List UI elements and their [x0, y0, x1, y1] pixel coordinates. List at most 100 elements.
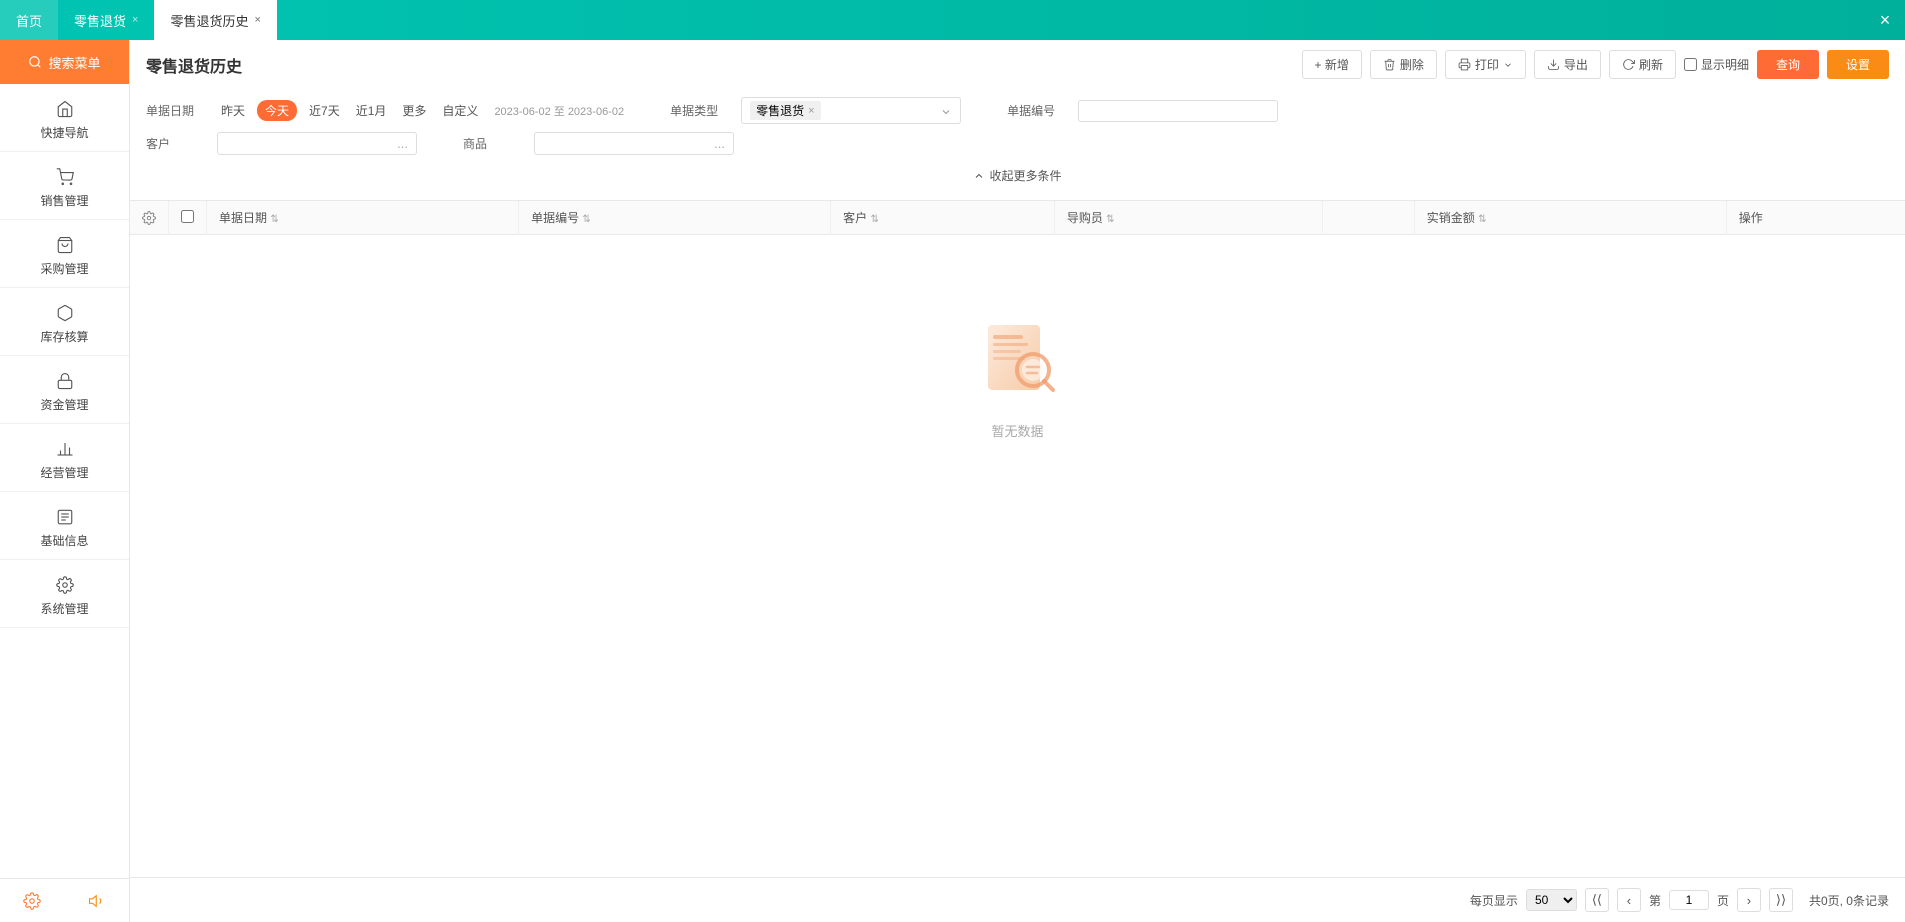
print-icon: [1458, 58, 1471, 71]
sidebar-search[interactable]: 搜索菜单: [0, 40, 129, 84]
number-filter-input[interactable]: [1078, 100, 1278, 122]
customer-ellipsis: ...: [397, 136, 408, 151]
per-page-select[interactable]: 50 10 20 100: [1526, 889, 1577, 911]
th-check[interactable]: [169, 201, 207, 235]
print-dropdown-icon: [1503, 60, 1513, 70]
lock-icon: [54, 370, 76, 392]
page-header: 零售退货历史 + 新增 删除: [130, 40, 1905, 201]
number-input[interactable]: [1087, 104, 1269, 118]
date-btn-yesterday[interactable]: 昨天: [217, 100, 249, 121]
tab-home[interactable]: 首页: [0, 0, 58, 40]
filter-row-1: 单据日期 昨天 今天 近7天 近1月 更多 自定义 2023-06-02 至 2…: [146, 97, 1889, 124]
date-btn-more[interactable]: 更多: [398, 100, 430, 121]
top-bar: 首页 零售退货 × 零售退货历史 × ×: [0, 0, 1905, 40]
collapse-icon: [973, 170, 985, 182]
sidebar-item-sales-mgmt[interactable]: 销售管理: [0, 152, 129, 220]
date-btn-1month[interactable]: 近1月: [352, 100, 391, 121]
date-filter-label: 单据日期: [146, 102, 201, 119]
print-button[interactable]: 打印: [1445, 50, 1526, 79]
customer-filter-label: 客户: [146, 135, 201, 152]
page-header-top: 零售退货历史 + 新增 删除: [146, 50, 1889, 79]
settings-icon: [54, 574, 76, 596]
date-btn-custom[interactable]: 自定义: [438, 100, 482, 121]
th-date[interactable]: 单据日期: [207, 201, 519, 235]
setting-button[interactable]: 设置: [1827, 50, 1889, 79]
type-filter-input[interactable]: 零售退货 ×: [741, 97, 961, 124]
tab-list: 首页 零售退货 × 零售退货历史 ×: [0, 0, 1865, 40]
tab-retail-return[interactable]: 零售退货 ×: [58, 0, 154, 40]
goods-ellipsis: ...: [714, 136, 725, 151]
gear-footer-button[interactable]: [23, 892, 41, 910]
search-icon: [28, 55, 42, 69]
type-dropdown-arrow[interactable]: [940, 103, 952, 118]
date-range-display: 2023-06-02 至 2023-06-02: [494, 103, 624, 119]
volume-footer-button[interactable]: [88, 892, 106, 910]
first-page-button[interactable]: ⟨⟨: [1585, 888, 1609, 912]
content-area: 零售退货历史 + 新增 删除: [130, 40, 1905, 922]
sidebar-item-inventory[interactable]: 库存核算: [0, 288, 129, 356]
tab-retail-return-close[interactable]: ×: [132, 14, 138, 26]
export-icon: [1547, 58, 1560, 71]
empty-text: 暂无数据: [991, 421, 1043, 440]
tab-retail-return-history-close[interactable]: ×: [254, 14, 260, 26]
customer-input[interactable]: [226, 137, 393, 151]
goods-input[interactable]: [543, 137, 710, 151]
th-number[interactable]: 单据编号: [519, 201, 831, 235]
th-spacer: [1322, 201, 1414, 235]
goods-filter-label: 商品: [463, 135, 518, 152]
box-icon: [54, 302, 76, 324]
export-button[interactable]: 导出: [1534, 50, 1601, 79]
th-customer[interactable]: 客户: [831, 201, 1055, 235]
delete-button[interactable]: 删除: [1370, 50, 1437, 79]
show-detail-input[interactable]: [1684, 58, 1697, 71]
empty-state: 暂无数据: [130, 235, 1905, 500]
th-gear[interactable]: [130, 201, 169, 235]
customer-filter-input[interactable]: ...: [217, 132, 417, 155]
sidebar-item-operations[interactable]: 经营管理: [0, 424, 129, 492]
date-btn-7days[interactable]: 近7天: [305, 100, 344, 121]
sidebar-item-system-mgmt[interactable]: 系统管理: [0, 560, 129, 628]
goods-filter-input[interactable]: ...: [534, 132, 734, 155]
th-gear-icon: [142, 211, 156, 225]
shopping-icon: [54, 166, 76, 188]
sidebar-footer: [0, 878, 129, 922]
th-amount[interactable]: 实销金额: [1414, 201, 1726, 235]
main-layout: 搜索菜单 快捷导航 销售管理: [0, 40, 1905, 922]
select-all-checkbox[interactable]: [181, 210, 194, 223]
page-label: 第: [1649, 892, 1661, 909]
sidebar-item-purchase-mgmt[interactable]: 采购管理: [0, 220, 129, 288]
th-guide[interactable]: 导购员: [1054, 201, 1322, 235]
last-page-button[interactable]: ⟩⟩: [1769, 888, 1793, 912]
sidebar: 搜索菜单 快捷导航 销售管理: [0, 40, 130, 922]
type-filter-label: 单据类型: [670, 102, 725, 119]
sidebar-item-basic-info[interactable]: 基础信息: [0, 492, 129, 560]
next-page-button[interactable]: ›: [1737, 888, 1761, 912]
prev-page-button[interactable]: ‹: [1617, 888, 1641, 912]
collapse-bar[interactable]: 收起更多条件: [146, 163, 1889, 192]
sidebar-item-finance[interactable]: 资金管理: [0, 356, 129, 424]
window-close-button[interactable]: ×: [1865, 0, 1905, 40]
table-body: 暂无数据: [130, 235, 1905, 501]
empty-state-row: 暂无数据: [130, 235, 1905, 501]
home-icon: [54, 98, 76, 120]
page-number-input[interactable]: [1669, 890, 1709, 910]
refresh-button[interactable]: 刷新: [1609, 50, 1676, 79]
type-tag-remove[interactable]: ×: [808, 105, 814, 117]
page-suffix: 页: [1717, 892, 1729, 909]
delete-icon: [1383, 58, 1396, 71]
filter-area: 单据日期 昨天 今天 近7天 近1月 更多 自定义 2023-06-02 至 2…: [146, 89, 1889, 200]
tab-retail-return-history[interactable]: 零售退货历史 ×: [154, 0, 276, 40]
table-wrap: 单据日期 单据编号 客户 导购员 实销金额: [130, 201, 1905, 877]
sidebar-item-quick-nav[interactable]: 快捷导航: [0, 84, 129, 152]
toolbar: + 新增 删除 打印: [1302, 50, 1889, 79]
pagination-bar: 每页显示 50 10 20 100 ⟨⟨ ‹ 第 页 › ⟩⟩ 共0页, 0条记…: [130, 877, 1905, 922]
page-title: 零售退货历史: [146, 53, 242, 77]
query-button[interactable]: 查询: [1757, 50, 1819, 79]
cart-icon: [54, 234, 76, 256]
document-icon: [54, 506, 76, 528]
table-header-row: 单据日期 单据编号 客户 导购员 实销金额: [130, 201, 1905, 235]
date-btn-today[interactable]: 今天: [257, 100, 297, 121]
new-button[interactable]: + 新增: [1302, 50, 1362, 79]
sidebar-items: 快捷导航 销售管理 采购管理: [0, 84, 129, 878]
show-detail-checkbox[interactable]: 显示明细: [1684, 56, 1749, 73]
